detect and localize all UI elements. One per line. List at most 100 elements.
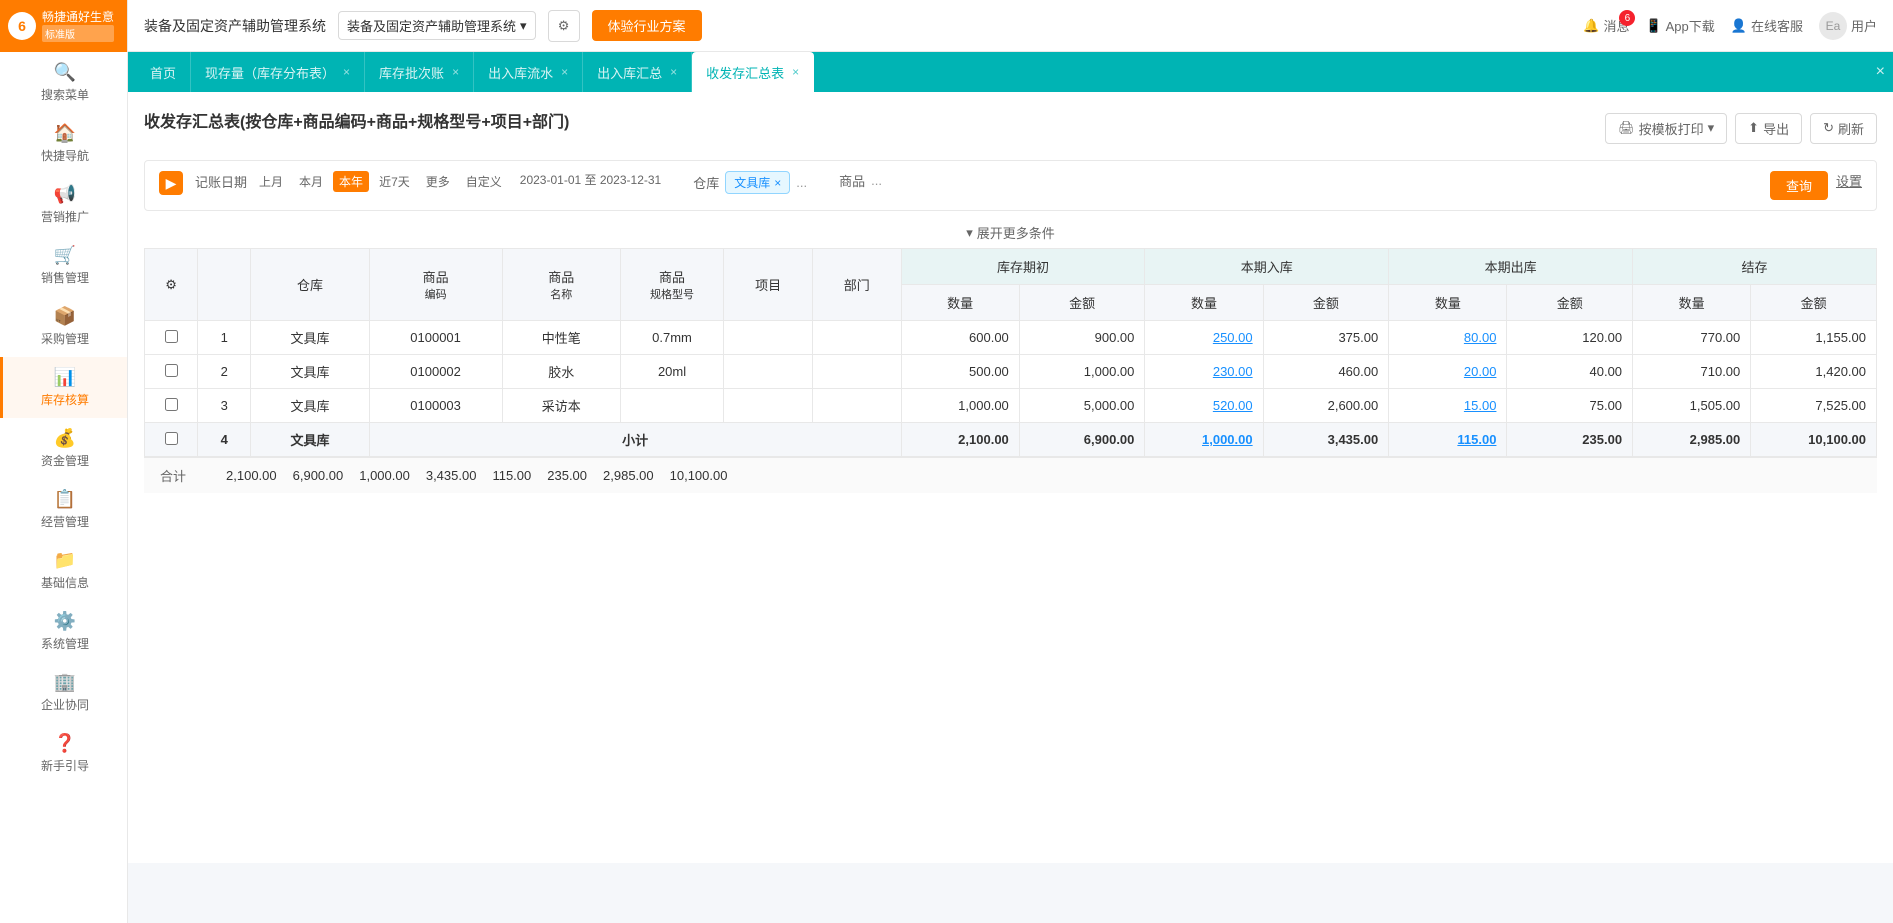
sidebar-item-label: 资金管理: [41, 452, 89, 469]
online-service-button[interactable]: 👤 在线客服: [1731, 16, 1803, 35]
print-button[interactable]: 🖨 按模板打印 ▾: [1605, 113, 1727, 144]
row-out-amt: 40.00: [1507, 355, 1633, 389]
sales-icon: 🛒: [54, 245, 76, 266]
th-dept: 部门: [812, 249, 901, 321]
th-settings[interactable]: ⚙: [145, 249, 198, 321]
this-year-btn[interactable]: 本年: [333, 171, 369, 192]
trial-button[interactable]: 体验行业方案: [592, 10, 702, 41]
row-in-qty[interactable]: 230.00: [1145, 355, 1263, 389]
row-checkbox[interactable]: [145, 355, 198, 389]
row-project: [724, 389, 813, 423]
th-out-group: 本期出库: [1389, 249, 1633, 285]
last-7-days-btn[interactable]: 近7天: [373, 171, 416, 192]
sidebar-item-label: 库存核算: [41, 391, 89, 408]
subtotal-in-amt: 3,435.00: [1263, 423, 1389, 457]
expand-conditions-button[interactable]: ▾ 展开更多条件: [966, 223, 1055, 242]
custom-date-btn[interactable]: 自定义: [460, 171, 508, 192]
tab-close-icon[interactable]: ×: [792, 65, 799, 79]
query-button[interactable]: 查询: [1770, 171, 1828, 200]
sidebar-item-guide[interactable]: ❓ 新手引导: [0, 723, 127, 784]
app-download-button[interactable]: 📱 App下载: [1645, 16, 1714, 35]
tab-home[interactable]: 首页: [136, 52, 191, 92]
sidebar-item-label: 营销推广: [41, 208, 89, 225]
logo-icon: 6: [8, 12, 36, 40]
row-out-qty[interactable]: 80.00: [1389, 321, 1507, 355]
goods-ellipsis[interactable]: ...: [871, 173, 882, 188]
tab-close-icon[interactable]: ×: [561, 65, 568, 79]
sidebar-item-sales[interactable]: 🛒 销售管理: [0, 235, 127, 296]
row-goods-code: 0100002: [369, 355, 502, 389]
more-date-btn[interactable]: 更多: [420, 171, 456, 192]
row-opening-amt: 1,000.00: [1019, 355, 1145, 389]
sidebar-item-enterprise[interactable]: 🏢 企业协同: [0, 662, 127, 723]
row-warehouse: 文具库: [251, 355, 369, 389]
close-all-tabs[interactable]: ×: [1876, 63, 1885, 81]
service-icon: 👤: [1731, 18, 1747, 34]
settings-link[interactable]: 设置: [1836, 171, 1862, 190]
row-in-qty[interactable]: 250.00: [1145, 321, 1263, 355]
refresh-button[interactable]: ↻ 刷新: [1810, 113, 1877, 144]
sidebar-item-finance[interactable]: 💰 资金管理: [0, 418, 127, 479]
expand-icon: ▾: [966, 225, 973, 241]
tab-inventory-distribution[interactable]: 现存量（库存分布表） ×: [191, 52, 365, 92]
subtotal-opening-amt: 6,900.00: [1019, 423, 1145, 457]
tab-close-icon[interactable]: ×: [343, 65, 350, 79]
warehouse-ellipsis[interactable]: ...: [796, 175, 807, 190]
data-table-wrapper: ⚙ 仓库 商品编码 商品名称 商品规格型号 项目 部门 库存期初 本期入库 本: [144, 248, 1877, 457]
tab-receive-summary[interactable]: 收发存汇总表 ×: [692, 52, 814, 92]
row-goods-name: 中性笔: [502, 321, 620, 355]
subtotal-row: 4 文具库 小计 2,100.00 6,900.00 1,000.00 3,43…: [145, 423, 1877, 457]
subtotal-closing-qty: 2,985.00: [1633, 423, 1751, 457]
sidebar-item-marketing[interactable]: 📢 营销推广: [0, 174, 127, 235]
th-in-group: 本期入库: [1145, 249, 1389, 285]
page-content: 收发存汇总表(按仓库+商品编码+商品+规格型号+项目+部门) 🖨 按模板打印 ▾…: [128, 92, 1893, 923]
subtotal-in-qty[interactable]: 1,000.00: [1145, 423, 1263, 457]
messages-button[interactable]: 🔔 消息 6: [1583, 16, 1629, 35]
warehouse-tag-close[interactable]: ×: [774, 176, 781, 190]
tab-close-icon[interactable]: ×: [452, 65, 459, 79]
tab-inout-summary[interactable]: 出入库汇总 ×: [583, 52, 692, 92]
th-goods-spec: 商品规格型号: [620, 249, 723, 321]
sidebar-item-system[interactable]: ⚙️ 系统管理: [0, 601, 127, 662]
row-project: [724, 355, 813, 389]
last-month-btn[interactable]: 上月: [253, 171, 289, 192]
sidebar-item-inventory[interactable]: 📊 库存核算: [0, 357, 127, 418]
user-menu[interactable]: Ea 用户: [1819, 12, 1877, 40]
tab-inout-flow[interactable]: 出入库流水 ×: [474, 52, 583, 92]
tab-batch-account[interactable]: 库存批次账 ×: [365, 52, 474, 92]
row-out-qty[interactable]: 15.00: [1389, 389, 1507, 423]
row-opening-qty: 600.00: [901, 321, 1019, 355]
sidebar-item-quick[interactable]: 🏠 快捷导航: [0, 113, 127, 174]
row-goods-spec: [620, 389, 723, 423]
row-out-qty[interactable]: 20.00: [1389, 355, 1507, 389]
sidebar-item-basic[interactable]: 📁 基础信息: [0, 540, 127, 601]
basic-icon: 📁: [54, 550, 76, 571]
subtotal-out-qty[interactable]: 115.00: [1389, 423, 1507, 457]
this-month-btn[interactable]: 本月: [293, 171, 329, 192]
footer-total-bar: 合计 2,100.00 6,900.00 1,000.00 3,435.00 1…: [144, 457, 1877, 493]
tab-close-icon[interactable]: ×: [670, 65, 677, 79]
row-checkbox[interactable]: [145, 321, 198, 355]
goods-filter-group: 商品 ...: [839, 171, 882, 190]
row-in-qty[interactable]: 520.00: [1145, 389, 1263, 423]
refresh-icon: ↻: [1823, 120, 1834, 136]
sidebar-item-search[interactable]: 🔍 搜索菜单: [0, 52, 127, 113]
sidebar-item-purchase[interactable]: 📦 采购管理: [0, 296, 127, 357]
settings-button[interactable]: ⚙: [548, 10, 580, 42]
filter-toggle-button[interactable]: ▶: [159, 171, 183, 195]
subtotal-closing-amt: 10,100.00: [1751, 423, 1877, 457]
system-selector[interactable]: 装备及固定资产辅助管理系统 ▾: [338, 11, 536, 40]
subtotal-checkbox[interactable]: [145, 423, 198, 457]
warehouse-tag-text: 文具库: [734, 174, 770, 191]
sidebar-item-operations[interactable]: 📋 经营管理: [0, 479, 127, 540]
marketing-icon: 📢: [54, 184, 76, 205]
export-button[interactable]: ⬆ 导出: [1735, 113, 1802, 144]
row-dept: [812, 389, 901, 423]
mobile-icon: 📱: [1645, 18, 1661, 34]
sidebar-item-label: 销售管理: [41, 269, 89, 286]
row-checkbox[interactable]: [145, 389, 198, 423]
main-content: 装备及固定资产辅助管理系统 装备及固定资产辅助管理系统 ▾ ⚙ 体验行业方案 🔔…: [128, 0, 1893, 923]
row-goods-name: 采访本: [502, 389, 620, 423]
footer-in-qty: 1,000.00: [359, 468, 410, 483]
enterprise-icon: 🏢: [54, 672, 76, 693]
